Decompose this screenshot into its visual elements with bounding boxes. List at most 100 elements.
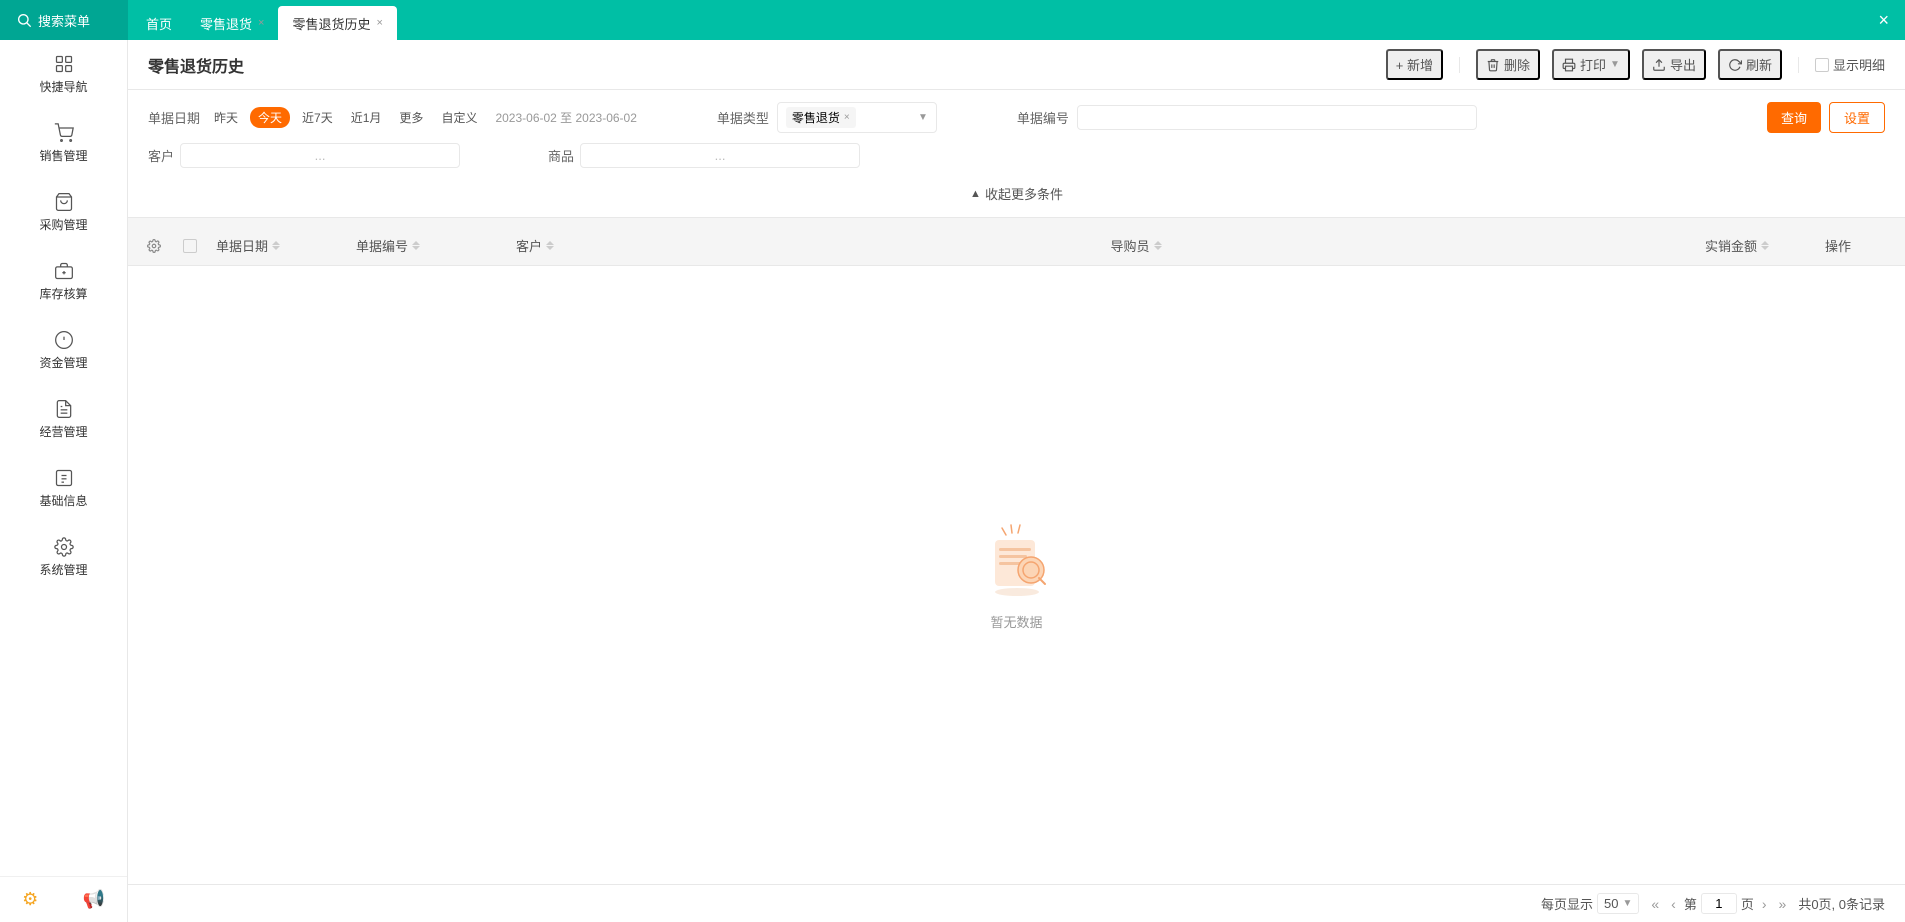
search-menu[interactable]: 搜索菜单	[0, 0, 128, 40]
first-page-button[interactable]: «	[1647, 894, 1663, 914]
print-button[interactable]: 打印 ▼	[1552, 49, 1630, 80]
sidebar-item-system-label: 系统管理	[39, 561, 87, 578]
date-option-yesterday[interactable]: 昨天	[208, 107, 244, 128]
sidebar-item-sales-label: 销售管理	[39, 147, 87, 164]
pagination-bar: 每页显示 50 ▼ « ‹ 第 页 › » 共0页, 0条记录	[128, 884, 1905, 922]
purchase-icon	[54, 192, 74, 212]
sidebar-item-quicknav-label: 快捷导航	[39, 78, 87, 95]
tab-retail-return-history[interactable]: 零售退货历史 ×	[278, 6, 396, 40]
delete-button[interactable]: 删除	[1476, 49, 1540, 80]
close-tab-retail-return-history[interactable]: ×	[376, 17, 382, 29]
sidebar-item-finance[interactable]: 资金管理	[0, 316, 127, 385]
refresh-button[interactable]: 刷新	[1718, 49, 1782, 80]
header-actions: + 新增 删除 打印 ▼ 导出 刷新	[1386, 49, 1885, 80]
date-option-7days[interactable]: 近7天	[296, 107, 339, 128]
filter-row-1: 单据日期 昨天 今天 近7天 近1月 更多 自定义 2023-06-02 至 2…	[148, 102, 1885, 133]
show-detail-checkbox[interactable]	[1815, 58, 1829, 72]
goods-input[interactable]: ...	[580, 143, 860, 168]
collapse-button[interactable]: ▲ 收起更多条件	[958, 178, 1075, 209]
customer-filter-group: 客户 ...	[148, 143, 468, 168]
settings-gear-icon[interactable]: ⚙	[22, 889, 38, 910]
tab-retail-return[interactable]: 零售退货 ×	[186, 6, 278, 40]
type-tag-close[interactable]: ×	[844, 112, 850, 123]
last-page-button[interactable]: »	[1775, 894, 1791, 914]
sidebar-item-purchase[interactable]: 采购管理	[0, 178, 127, 247]
date-option-more[interactable]: 更多	[393, 107, 429, 128]
total-records-label: 共0页, 0条记录	[1798, 894, 1885, 913]
sort-date-icon[interactable]	[272, 241, 280, 250]
page-header: 零售退货历史 + 新增 删除 打印 ▼ 导出	[128, 40, 1905, 90]
sort-customer-icon[interactable]	[546, 241, 554, 250]
order-filter-label: 单据编号	[1017, 108, 1069, 127]
order-filter-group: 单据编号	[1017, 105, 1747, 130]
goods-filter-label: 商品	[548, 146, 574, 165]
sidebar-item-sales[interactable]: 销售管理	[0, 109, 127, 178]
date-range-display: 2023-06-02 至 2023-06-02	[495, 109, 636, 126]
col-guide: 导购员	[1103, 236, 1698, 255]
print-dropdown-icon[interactable]: ▼	[1610, 59, 1620, 70]
gear-icon	[147, 239, 161, 253]
prev-page-button[interactable]: ‹	[1667, 894, 1680, 914]
col-action: 操作	[1817, 236, 1897, 255]
query-actions: 查询 设置	[1767, 102, 1885, 133]
sidebar-item-system[interactable]: 系统管理	[0, 523, 127, 592]
table-area: 单据日期 单据编号 客户 导购员 实销金额	[128, 226, 1905, 884]
refresh-icon	[1728, 58, 1742, 72]
order-input[interactable]	[1077, 105, 1477, 130]
header-checkbox[interactable]	[183, 239, 197, 253]
sidebar-item-info-label: 基础信息	[39, 492, 87, 509]
sidebar-item-quicknav[interactable]: 快捷导航	[0, 40, 127, 109]
finance-icon	[54, 330, 74, 350]
per-page-dropdown-icon[interactable]: ▼	[1622, 898, 1632, 909]
sort-amount-icon[interactable]	[1761, 241, 1769, 250]
page-navigation: « ‹ 第 页 › »	[1647, 893, 1790, 914]
date-filter-group: 单据日期 昨天 今天 近7天 近1月 更多 自定义 2023-06-02 至 2…	[148, 107, 637, 128]
tab-bar: 首页 零售退货 × 零售退货历史 ×	[128, 0, 1862, 40]
delete-icon	[1486, 58, 1500, 72]
page-title: 零售退货历史	[148, 53, 244, 77]
show-detail-toggle[interactable]: 显示明细	[1815, 55, 1885, 74]
sidebar-bottom: ⚙ 📢	[0, 876, 127, 922]
date-option-custom[interactable]: 自定义	[435, 107, 483, 128]
page-number-input[interactable]	[1701, 893, 1737, 914]
filter-row-2: 客户 ... 商品 ...	[148, 143, 1885, 168]
export-button[interactable]: 导出	[1642, 49, 1706, 80]
customer-input[interactable]: ...	[180, 143, 460, 168]
col-date: 单据日期	[208, 236, 348, 255]
date-option-1month[interactable]: 近1月	[345, 107, 388, 128]
type-select[interactable]: 零售退货 × ▼	[777, 102, 937, 133]
sort-orderno-icon[interactable]	[412, 241, 420, 250]
search-icon	[16, 12, 32, 28]
window-close-button[interactable]: ×	[1862, 10, 1905, 31]
sales-icon	[54, 123, 74, 143]
tab-home[interactable]: 首页	[132, 6, 186, 40]
type-select-dropdown-icon[interactable]: ▼	[918, 112, 928, 123]
date-options: 昨天 今天 近7天 近1月 更多 自定义	[208, 107, 483, 128]
col-amount: 实销金额	[1697, 236, 1817, 255]
topbar: 搜索菜单 首页 零售退货 × 零售退货历史 × ×	[0, 0, 1905, 40]
sidebar-item-finance-label: 资金管理	[39, 354, 87, 371]
goods-placeholder: ...	[715, 148, 726, 163]
new-button[interactable]: + 新增	[1386, 49, 1443, 80]
close-tab-retail-return[interactable]: ×	[258, 17, 264, 29]
speaker-icon[interactable]: 📢	[82, 889, 104, 910]
query-button[interactable]: 查询	[1767, 102, 1821, 133]
next-page-button[interactable]: ›	[1758, 894, 1771, 914]
sidebar-item-purchase-label: 采购管理	[39, 216, 87, 233]
type-filter-label: 单据类型	[717, 108, 769, 127]
inventory-icon	[54, 261, 74, 281]
date-option-today[interactable]: 今天	[250, 107, 290, 128]
page-label: 第	[1684, 894, 1697, 913]
select-all-checkbox[interactable]	[172, 239, 208, 253]
sidebar-item-info[interactable]: 基础信息	[0, 454, 127, 523]
sidebar-item-operation[interactable]: 经营管理	[0, 385, 127, 454]
sort-guide-icon[interactable]	[1154, 241, 1162, 250]
filter-area: 单据日期 昨天 今天 近7天 近1月 更多 自定义 2023-06-02 至 2…	[128, 90, 1905, 218]
export-icon	[1652, 58, 1666, 72]
column-settings-button[interactable]	[136, 239, 172, 253]
col-order-no: 单据编号	[348, 236, 508, 255]
per-page-select-box[interactable]: 50 ▼	[1597, 893, 1639, 914]
setting-button[interactable]: 设置	[1829, 102, 1885, 133]
empty-state: 暂无数据	[128, 266, 1905, 884]
sidebar-item-inventory[interactable]: 库存核算	[0, 247, 127, 316]
